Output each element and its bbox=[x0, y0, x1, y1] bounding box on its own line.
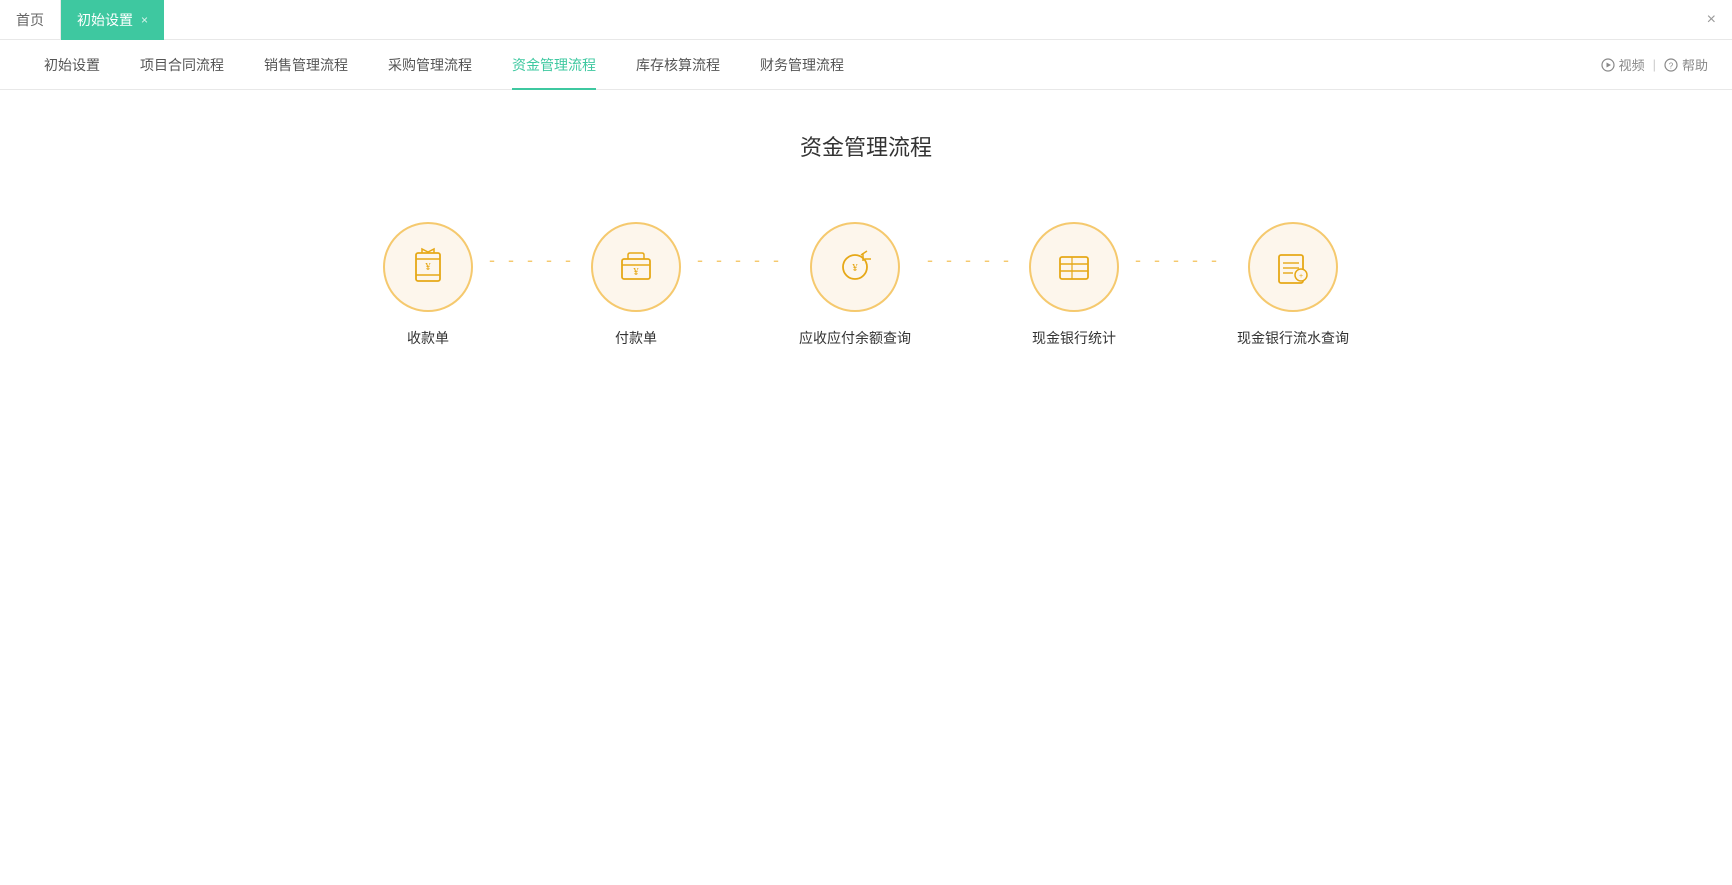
payment-yen-icon: ¥ bbox=[614, 245, 658, 289]
nav-item-capital-management[interactable]: 资金管理流程 bbox=[492, 40, 616, 90]
bank-stats-icon bbox=[1052, 245, 1096, 289]
flow-circle-receipt: ¥ bbox=[383, 222, 473, 312]
svg-text:¥: ¥ bbox=[852, 262, 858, 274]
nav-item-inventory[interactable]: 库存核算流程 bbox=[616, 40, 740, 90]
flow-dash-2: - - - - - bbox=[681, 250, 799, 271]
svg-text:¥: ¥ bbox=[633, 266, 639, 278]
flow-label-bank-flow: 现金银行流水查询 bbox=[1237, 328, 1349, 348]
nav-item-project-contract[interactable]: 项目合同流程 bbox=[120, 40, 244, 90]
bank-flow-icon: + bbox=[1271, 245, 1315, 289]
flow-dash-3: - - - - - bbox=[911, 250, 1029, 271]
flow-dash-1: - - - - - bbox=[473, 250, 591, 271]
flow-label-balance-query: 应收应付余额查询 bbox=[799, 328, 911, 348]
nav-item-initial-setup[interactable]: 初始设置 bbox=[24, 40, 120, 90]
receipt-yen-icon: ¥ bbox=[406, 245, 450, 289]
page-title: 资金管理流程 bbox=[800, 130, 932, 162]
flow-circle-balance-query: ¥ bbox=[810, 222, 900, 312]
top-bar: 首页 初始设置 × × bbox=[0, 0, 1732, 40]
nav-item-purchase-management[interactable]: 采购管理流程 bbox=[368, 40, 492, 90]
flow-item-bank-stats[interactable]: 现金银行统计 bbox=[1029, 222, 1119, 348]
page-content: 资金管理流程 ¥ 收款单 - - - - - bbox=[0, 90, 1732, 388]
flow-circle-payment: ¥ bbox=[591, 222, 681, 312]
window-close-button[interactable]: × bbox=[1691, 0, 1732, 40]
help-label: 帮助 bbox=[1682, 55, 1708, 74]
flow-item-balance-query[interactable]: ¥ 应收应付余额查询 bbox=[799, 222, 911, 348]
flow-circle-bank-stats bbox=[1029, 222, 1119, 312]
home-tab[interactable]: 首页 bbox=[0, 0, 61, 40]
nav-item-finance-management[interactable]: 财务管理流程 bbox=[740, 40, 864, 90]
nav-item-sales-management[interactable]: 销售管理流程 bbox=[244, 40, 368, 90]
flow-label-bank-stats: 现金银行统计 bbox=[1032, 328, 1116, 348]
flow-label-payment: 付款单 bbox=[615, 328, 657, 348]
flow-item-payment[interactable]: ¥ 付款单 bbox=[591, 222, 681, 348]
nav-divider: | bbox=[1653, 57, 1656, 72]
video-link[interactable]: 视频 bbox=[1601, 55, 1645, 74]
help-link[interactable]: ? 帮助 bbox=[1664, 55, 1708, 74]
flow-item-receipt[interactable]: ¥ 收款单 bbox=[383, 222, 473, 348]
video-label: 视频 bbox=[1619, 55, 1645, 74]
svg-text:?: ? bbox=[1669, 61, 1674, 70]
active-tab[interactable]: 初始设置 × bbox=[61, 0, 164, 40]
nav-bar: 初始设置 项目合同流程 销售管理流程 采购管理流程 资金管理流程 库存核算流程 … bbox=[0, 40, 1732, 90]
svg-text:¥: ¥ bbox=[425, 261, 431, 273]
balance-query-icon: ¥ bbox=[833, 245, 877, 289]
help-icon: ? bbox=[1664, 58, 1678, 72]
svg-text:+: + bbox=[1299, 273, 1303, 280]
flow-circle-bank-flow: + bbox=[1248, 222, 1338, 312]
active-tab-label: 初始设置 bbox=[77, 10, 133, 30]
flow-dash-4: - - - - - bbox=[1119, 250, 1237, 271]
nav-right: 视频 | ? 帮助 bbox=[1601, 55, 1708, 74]
close-tab-button[interactable]: × bbox=[141, 13, 148, 27]
flow-label-receipt: 收款单 bbox=[407, 328, 449, 348]
video-icon bbox=[1601, 58, 1615, 72]
flow-item-bank-flow[interactable]: + 现金银行流水查询 bbox=[1237, 222, 1349, 348]
flow-row: ¥ 收款单 - - - - - ¥ 付款单 - - - - - bbox=[383, 222, 1349, 348]
